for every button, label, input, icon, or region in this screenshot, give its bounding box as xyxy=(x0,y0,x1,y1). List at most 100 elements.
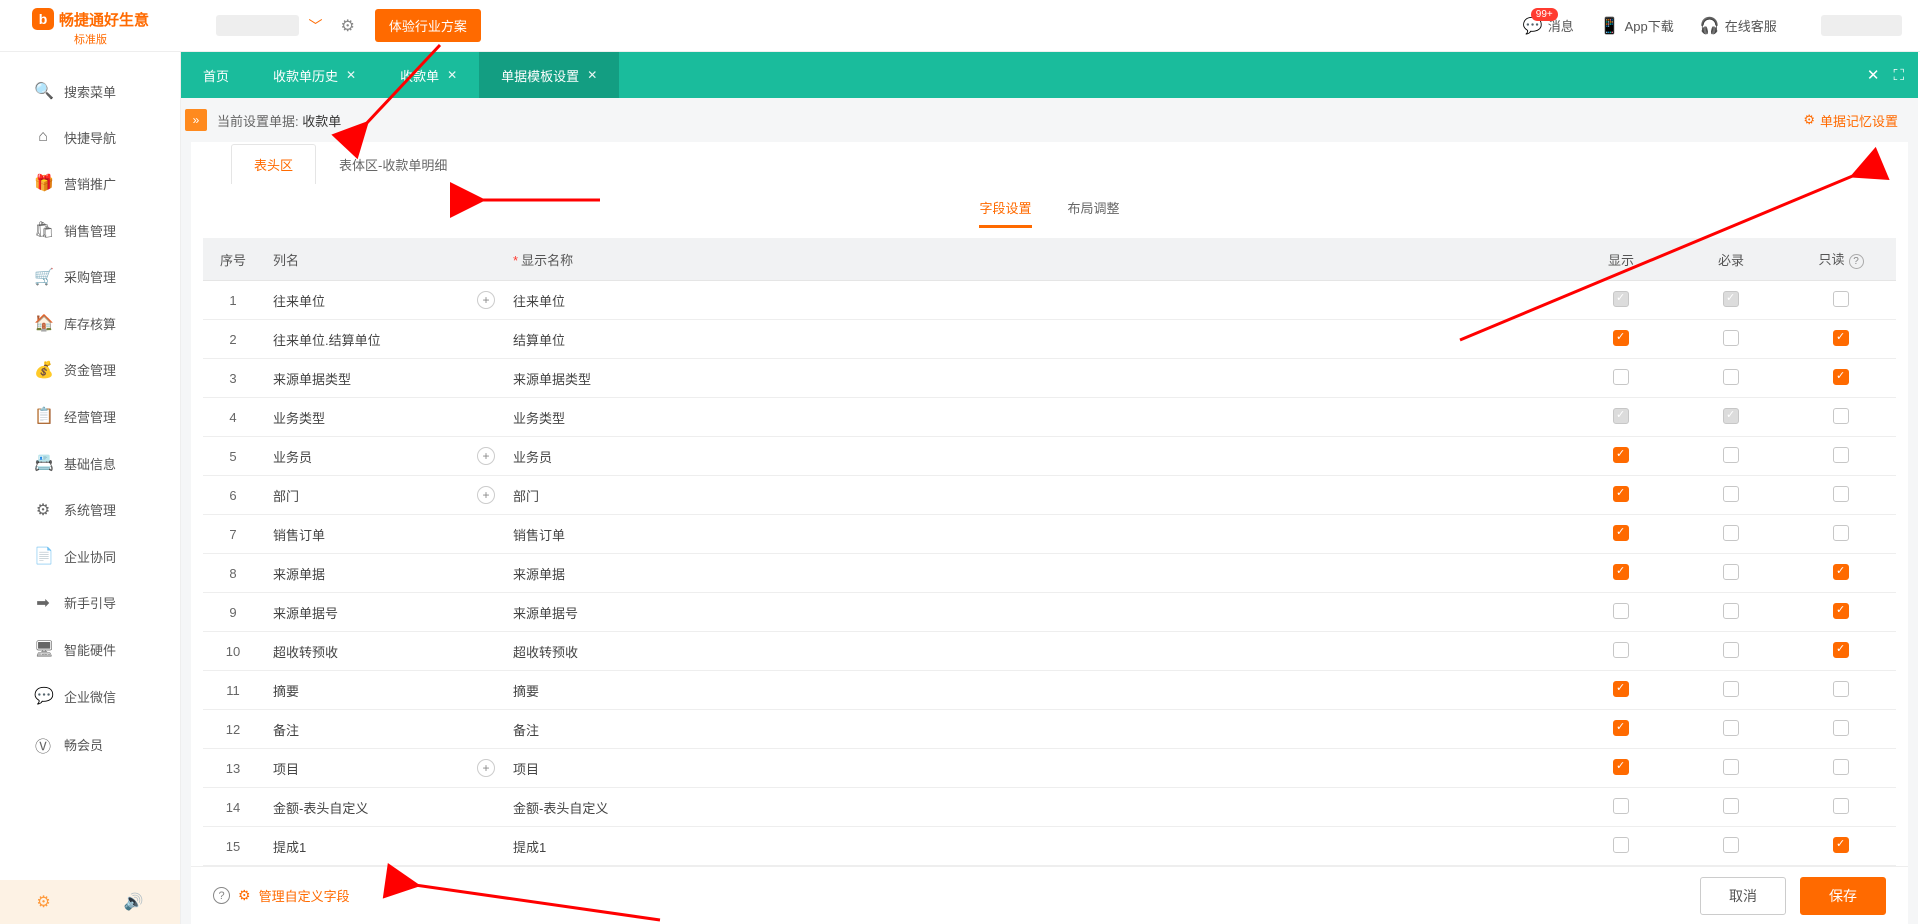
nav-item-0[interactable]: 🔍搜索菜单 xyxy=(0,68,180,115)
panel-tab-0[interactable]: 表头区 xyxy=(231,144,316,184)
messages-link[interactable]: 99+ 💬 消息 xyxy=(1523,16,1574,36)
checkbox[interactable] xyxy=(1833,291,1849,307)
nav-item-10[interactable]: 📄企业协同 xyxy=(0,533,180,580)
checkbox[interactable] xyxy=(1613,447,1629,463)
sub-tab-1[interactable]: 布局调整 xyxy=(1068,198,1120,228)
checkbox[interactable] xyxy=(1723,759,1739,775)
row-display[interactable]: 来源单据号 xyxy=(503,593,1566,632)
checkbox[interactable] xyxy=(1723,837,1739,853)
checkbox[interactable] xyxy=(1833,837,1849,853)
checkbox[interactable] xyxy=(1833,408,1849,424)
row-display[interactable]: 业务类型 xyxy=(503,398,1566,437)
checkbox[interactable] xyxy=(1613,681,1629,697)
settings-icon[interactable]: ⚙ xyxy=(341,16,355,36)
checkbox[interactable] xyxy=(1723,603,1739,619)
plus-icon[interactable]: + xyxy=(477,447,495,465)
row-display[interactable]: 来源单据类型 xyxy=(503,359,1566,398)
nav-item-5[interactable]: 🏠库存核算 xyxy=(0,300,180,347)
checkbox[interactable] xyxy=(1833,564,1849,580)
row-display[interactable]: 提成1 xyxy=(503,827,1566,866)
nav-item-13[interactable]: 💬企业微信 xyxy=(0,673,180,720)
footer-sound-icon[interactable]: 🔊 xyxy=(124,892,144,912)
checkbox[interactable] xyxy=(1723,525,1739,541)
checkbox[interactable] xyxy=(1833,759,1849,775)
panel-tab-1[interactable]: 表体区-收款单明细 xyxy=(316,144,470,184)
user-block[interactable]: user xyxy=(1821,15,1902,36)
plus-icon[interactable]: + xyxy=(477,486,495,504)
checkbox[interactable] xyxy=(1833,369,1849,385)
nav-item-9[interactable]: ⚙系统管理 xyxy=(0,486,180,533)
checkbox[interactable] xyxy=(1723,798,1739,814)
row-display[interactable]: 结算单位 xyxy=(503,320,1566,359)
checkbox[interactable] xyxy=(1723,642,1739,658)
fullscreen-icon[interactable]: ⛶ xyxy=(1893,67,1904,84)
nav-item-8[interactable]: 📇基础信息 xyxy=(0,440,180,487)
close-icon[interactable]: ✕ xyxy=(346,68,356,82)
checkbox[interactable] xyxy=(1613,603,1629,619)
support-link[interactable]: 🎧 在线客服 xyxy=(1700,16,1777,36)
nav-item-1[interactable]: ⌂快捷导航 xyxy=(0,115,180,161)
plus-icon[interactable]: + xyxy=(477,291,495,309)
tab-3[interactable]: 单据模板设置✕ xyxy=(479,52,619,98)
footer-gear-icon[interactable]: ⚙ xyxy=(36,892,50,912)
plus-icon[interactable]: + xyxy=(477,759,495,777)
row-display[interactable]: 超收转预收 xyxy=(503,632,1566,671)
checkbox[interactable] xyxy=(1613,330,1629,346)
checkbox[interactable] xyxy=(1723,447,1739,463)
checkbox[interactable] xyxy=(1723,564,1739,580)
checkbox[interactable] xyxy=(1723,330,1739,346)
row-display[interactable]: 来源单据 xyxy=(503,554,1566,593)
tab-2[interactable]: 收款单✕ xyxy=(378,52,479,98)
row-display[interactable]: 金额-表头自定义 xyxy=(503,788,1566,827)
nav-item-3[interactable]: 🛍销售管理 xyxy=(0,207,180,254)
checkbox[interactable] xyxy=(1613,642,1629,658)
row-display[interactable]: 销售订单 xyxy=(503,515,1566,554)
sub-tab-0[interactable]: 字段设置 xyxy=(979,198,1031,228)
row-display[interactable]: 摘要 xyxy=(503,671,1566,710)
close-icon[interactable]: ✕ xyxy=(447,68,457,82)
checkbox[interactable] xyxy=(1723,369,1739,385)
nav-item-2[interactable]: 🎁营销推广 xyxy=(0,160,180,207)
checkbox[interactable] xyxy=(1833,798,1849,814)
tab-0[interactable]: 首页 xyxy=(181,52,251,98)
nav-item-12[interactable]: 🖥智能硬件 xyxy=(0,626,180,673)
nav-item-11[interactable]: ➡新手引导 xyxy=(0,580,180,627)
checkbox[interactable] xyxy=(1833,486,1849,502)
nav-item-6[interactable]: 💰资金管理 xyxy=(0,347,180,394)
help-icon[interactable]: ? xyxy=(1849,254,1864,269)
close-icon[interactable]: ✕ xyxy=(587,68,597,82)
try-industry-button[interactable]: 体验行业方案 xyxy=(375,9,481,42)
checkbox[interactable] xyxy=(1723,486,1739,502)
checkbox[interactable] xyxy=(1833,720,1849,736)
checkbox[interactable] xyxy=(1833,330,1849,346)
memory-settings-link[interactable]: ⚙ 单据记忆设置 xyxy=(1803,111,1898,130)
checkbox[interactable] xyxy=(1833,525,1849,541)
row-display[interactable]: 部门 xyxy=(503,476,1566,515)
collapse-toggle[interactable]: » xyxy=(185,109,207,131)
tab-1[interactable]: 收款单历史✕ xyxy=(251,52,378,98)
tab-close-all-icon[interactable]: ✕ xyxy=(1867,66,1880,84)
table-scroll[interactable]: 序号 列名 *显示名称 显示 必录 只读? 1往来单位+往来单位2往来单位.结算… xyxy=(191,238,1908,866)
checkbox[interactable] xyxy=(1613,798,1629,814)
checkbox[interactable] xyxy=(1723,681,1739,697)
checkbox[interactable] xyxy=(1613,486,1629,502)
row-display[interactable]: 往来单位 xyxy=(503,281,1566,320)
org-selector[interactable]: xxxxx ﹀ xyxy=(216,15,323,36)
checkbox[interactable] xyxy=(1833,681,1849,697)
row-display[interactable]: 备注 xyxy=(503,710,1566,749)
row-display[interactable]: 业务员 xyxy=(503,437,1566,476)
checkbox[interactable] xyxy=(1613,720,1629,736)
checkbox[interactable] xyxy=(1613,525,1629,541)
help-icon[interactable]: ? xyxy=(213,887,230,904)
nav-item-7[interactable]: 📋经营管理 xyxy=(0,393,180,440)
checkbox[interactable] xyxy=(1833,447,1849,463)
cancel-button[interactable]: 取消 xyxy=(1700,877,1786,915)
nav-item-14[interactable]: Ⓥ畅会员 xyxy=(0,719,180,770)
checkbox[interactable] xyxy=(1833,642,1849,658)
row-display[interactable]: 项目 xyxy=(503,749,1566,788)
save-button[interactable]: 保存 xyxy=(1800,877,1886,915)
nav-item-4[interactable]: 🛒采购管理 xyxy=(0,253,180,300)
checkbox[interactable] xyxy=(1833,603,1849,619)
checkbox[interactable] xyxy=(1613,837,1629,853)
app-download-link[interactable]: 📱 App下载 xyxy=(1600,16,1674,36)
